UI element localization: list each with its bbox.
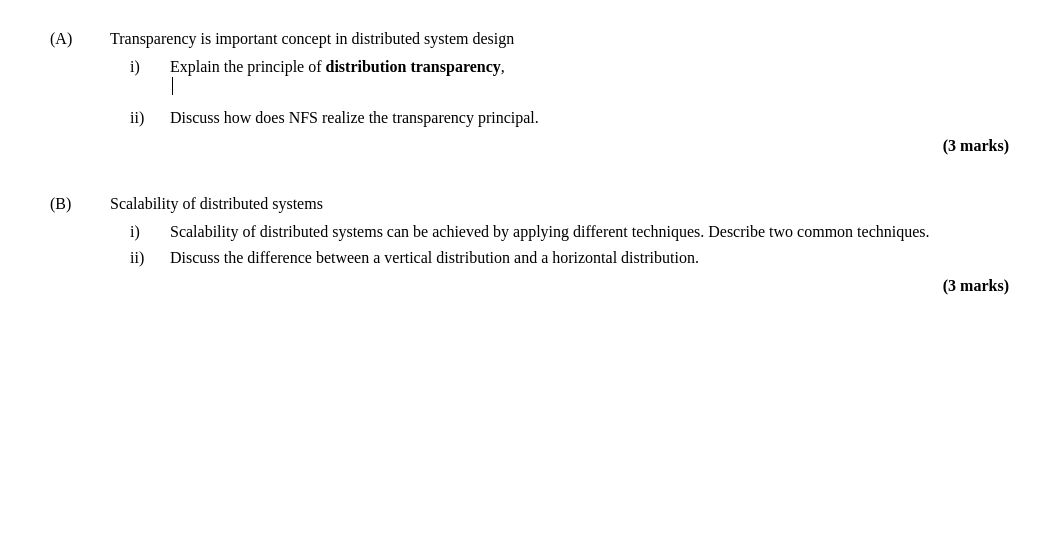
- section-a-subitems: i) Explain the principle of distribution…: [130, 58, 1009, 127]
- section-b-header: (B) Scalability of distributed systems: [50, 195, 1009, 213]
- section-b-subitem-i-label: i): [130, 223, 170, 241]
- section-a-marks: (3 marks): [50, 137, 1009, 155]
- section-a-subitem-i: i) Explain the principle of distribution…: [130, 58, 1009, 95]
- section-a: (A) Transparency is important concept in…: [50, 30, 1009, 155]
- section-b-text: Scalability of distributed systems: [110, 195, 1009, 213]
- section-b-subitem-ii-text: Discuss the difference between a vertica…: [170, 249, 1009, 267]
- section-a-subitem-i-text: Explain the principle of distribution tr…: [170, 58, 1009, 95]
- section-b-subitem-ii: ii) Discuss the difference between a ver…: [130, 249, 1009, 267]
- section-a-header: (A) Transparency is important concept in…: [50, 30, 1009, 48]
- section-a-subitem-ii: ii) Discuss how does NFS realize the tra…: [130, 109, 1009, 127]
- section-divider: [50, 175, 1009, 195]
- section-b-subitem-i: i) Scalability of distributed systems ca…: [130, 223, 1009, 241]
- section-b-subitems: i) Scalability of distributed systems ca…: [130, 223, 1009, 267]
- section-a-subitem-i-label: i): [130, 58, 170, 76]
- section-a-text: Transparency is important concept in dis…: [110, 30, 1009, 48]
- section-b-label: (B): [50, 195, 110, 213]
- section-b-subitem-i-text: Scalability of distributed systems can b…: [170, 223, 1009, 241]
- section-a-subitem-ii-label: ii): [130, 109, 170, 127]
- section-b-subitem-ii-label: ii): [130, 249, 170, 267]
- section-a-label: (A): [50, 30, 110, 48]
- section-b-marks: (3 marks): [50, 277, 1009, 295]
- bold-distribution-transparency: distribution transparency: [326, 58, 501, 75]
- section-a-subitem-ii-text: Discuss how does NFS realize the transpa…: [170, 109, 1009, 127]
- section-b: (B) Scalability of distributed systems i…: [50, 195, 1009, 295]
- text-cursor: [172, 77, 173, 95]
